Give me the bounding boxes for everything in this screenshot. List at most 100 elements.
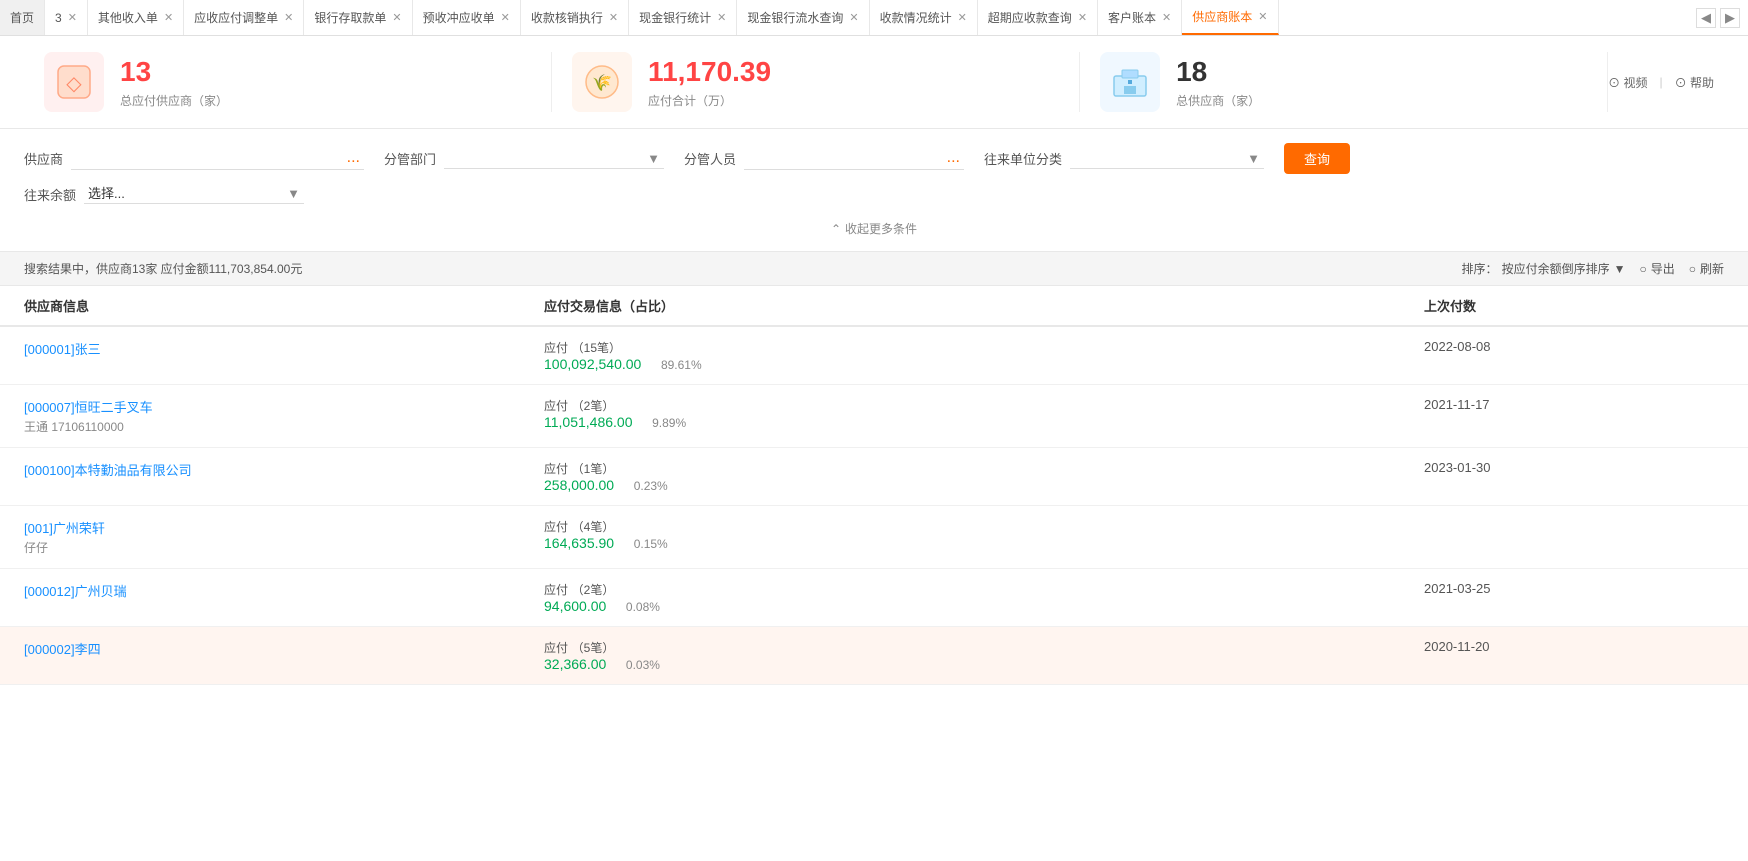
ap-info: 应付 （15笔） 100,092,540.00 89.61% [544, 339, 1424, 372]
supplier-sub: 仔仔 [24, 539, 544, 556]
payable-percent: 0.15% [634, 537, 668, 551]
payable-amount-link[interactable]: 32,366.00 [544, 656, 606, 672]
close-icon[interactable]: ✕ [717, 11, 726, 24]
balance-label: 往来余额 [24, 185, 76, 204]
nav-arrows: ◀ ▶ [1688, 8, 1748, 28]
close-icon[interactable]: ✕ [392, 11, 401, 24]
video-link[interactable]: ⊙ 视频 [1608, 74, 1647, 91]
supplier-info: [000001]张三 [24, 339, 544, 358]
close-icon[interactable]: ✕ [1078, 11, 1087, 24]
department-label: 分管部门 [384, 149, 436, 168]
supplier-input-wrap: ... [71, 147, 364, 170]
tab-overdue-ar[interactable]: 超期应收款查询 ✕ [978, 0, 1098, 35]
tab-other-income[interactable]: 其他收入单 ✕ [88, 0, 184, 35]
close-icon[interactable]: ✕ [164, 11, 173, 24]
sidebar-item-home[interactable]: 首页 [0, 0, 45, 35]
nav-home-label: 首页 [10, 9, 34, 26]
close-icon[interactable]: ✕ [501, 11, 510, 24]
refresh-button[interactable]: ○ 刷新 [1689, 260, 1724, 277]
supplier-link[interactable]: [000100]本特勤油品有限公司 [24, 463, 192, 478]
help-circle-icon: ⊙ [1675, 76, 1687, 90]
supplier-link[interactable]: [001]广州荣轩 [24, 521, 105, 536]
query-button[interactable]: 查询 [1284, 143, 1350, 174]
person-dots-icon[interactable]: ... [947, 149, 960, 167]
payable-amount-link[interactable]: 11,051,486.00 [544, 414, 633, 430]
tab-3[interactable]: 3 ✕ [45, 0, 88, 35]
close-icon[interactable]: ✕ [1162, 11, 1171, 24]
payable-percent: 0.08% [626, 600, 660, 614]
last-payment-date: 2021-03-25 [1424, 581, 1724, 596]
tab-collect-stat[interactable]: 收款情况统计 ✕ [870, 0, 978, 35]
stat-ap-info: 13 总应付供应商（家） [120, 55, 228, 110]
stat-total-info: 18 总供应商（家） [1176, 55, 1260, 110]
stats-bar: ◇ 13 总应付供应商（家） 🌾 11,170.39 应付合计（万） [0, 36, 1748, 129]
payable-amount-link[interactable]: 94,600.00 [544, 598, 606, 614]
person-input-wrap: ... [744, 147, 964, 170]
close-icon[interactable]: ✕ [849, 11, 858, 24]
nav-cash-flow-label: 现金银行流水查询 [747, 9, 843, 26]
department-select-wrap: ▼ [444, 149, 664, 169]
tab-prepay-ar[interactable]: 预收冲应收单 ✕ [413, 0, 521, 35]
ap-amount-row: 258,000.00 0.23% [544, 477, 1424, 493]
tab-customer-ledger[interactable]: 客户账本 ✕ [1098, 0, 1182, 35]
svg-text:◇: ◇ [66, 73, 82, 95]
balance-field: 往来余额 选择... ▼ [24, 184, 304, 204]
supplier-link[interactable]: [000001]张三 [24, 342, 101, 357]
chevron-up-icon: ⌃ [831, 222, 841, 236]
search-row-2: 往来余额 选择... ▼ [24, 184, 1724, 204]
tab-cash-bank-stat[interactable]: 现金银行统计 ✕ [629, 0, 737, 35]
tab-ar-ap-adjust[interactable]: 应收应付调整单 ✕ [184, 0, 304, 35]
tab-supplier-ledger[interactable]: 供应商账本 ✕ [1182, 0, 1278, 35]
tab-cash-flow[interactable]: 现金银行流水查询 ✕ [737, 0, 869, 35]
supplier-ap-icon: ◇ [44, 52, 104, 112]
header-supplier-info: 供应商信息 [24, 296, 544, 315]
category-field: 往来单位分类 ▼ [984, 149, 1264, 169]
tab-collect-verify[interactable]: 收款核销执行 ✕ [521, 0, 629, 35]
balance-select[interactable]: 选择... [88, 186, 283, 201]
stat-ap-amount: 🌾 11,170.39 应付合计（万） [552, 52, 1080, 112]
supplier-link[interactable]: [000007]恒旺二手叉车 [24, 400, 153, 415]
header-ap-info: 应付交易信息（占比） [544, 296, 1424, 315]
payable-amount-link[interactable]: 258,000.00 [544, 477, 614, 493]
supplier-info: [001]广州荣轩 仔仔 [24, 518, 544, 556]
close-icon[interactable]: ✕ [68, 11, 77, 24]
ap-info: 应付 （2笔） 94,600.00 0.08% [544, 581, 1424, 614]
nav-prev-button[interactable]: ◀ [1696, 8, 1716, 28]
person-input[interactable] [748, 151, 943, 166]
chevron-down-icon: ▼ [647, 151, 660, 166]
ap-amount-row: 94,600.00 0.08% [544, 598, 1424, 614]
stat-ap-number: 13 [120, 55, 228, 89]
nav-next-button[interactable]: ▶ [1720, 8, 1740, 28]
table-row: [001]广州荣轩 仔仔 应付 （4笔） 164,635.90 0.15% [0, 506, 1748, 569]
stat-total-number: 18 [1176, 55, 1260, 89]
stat-total-suppliers: 18 总供应商（家） [1080, 52, 1608, 112]
nav-cash-bank-label: 现金银行统计 [639, 9, 711, 26]
department-field: 分管部门 ▼ [384, 149, 664, 169]
payable-amount-link[interactable]: 164,635.90 [544, 535, 614, 551]
payable-amount-link[interactable]: 100,092,540.00 [544, 356, 641, 372]
supplier-input[interactable] [75, 151, 343, 166]
close-icon[interactable]: ✕ [609, 11, 618, 24]
help-link[interactable]: ⊙ 帮助 [1675, 74, 1714, 91]
last-payment-date: 2021-11-17 [1424, 397, 1724, 412]
ap-detail: 应付 （1笔） [544, 460, 1424, 477]
supplier-dots-icon[interactable]: ... [347, 149, 360, 167]
supplier-link[interactable]: [000012]广州贝瑞 [24, 584, 127, 599]
close-icon[interactable]: ✕ [1258, 10, 1267, 23]
ap-info: 应付 （4笔） 164,635.90 0.15% [544, 518, 1424, 551]
sort-selector[interactable]: 排序： 按应付余额倒序排序 ▼ [1462, 260, 1626, 277]
supplier-link[interactable]: [000002]李四 [24, 642, 101, 657]
category-select[interactable] [1074, 151, 1243, 166]
close-icon[interactable]: ✕ [958, 11, 967, 24]
table-row: [000001]张三 应付 （15笔） 100,092,540.00 89.61… [0, 327, 1748, 385]
department-select[interactable] [448, 151, 643, 166]
nav-collect-stat-label: 收款情况统计 [880, 9, 952, 26]
export-button[interactable]: ○ 导出 [1639, 260, 1674, 277]
stat-amount-label: 应付合计（万） [648, 92, 771, 109]
video-circle-icon: ⊙ [1608, 76, 1620, 90]
collapse-button[interactable]: ⌃ 收起更多条件 [811, 214, 937, 243]
svg-text:🌾: 🌾 [592, 74, 612, 92]
close-icon[interactable]: ✕ [284, 11, 293, 24]
refresh-icon: ○ [1689, 262, 1696, 276]
tab-bank-deposit[interactable]: 银行存取款单 ✕ [304, 0, 412, 35]
